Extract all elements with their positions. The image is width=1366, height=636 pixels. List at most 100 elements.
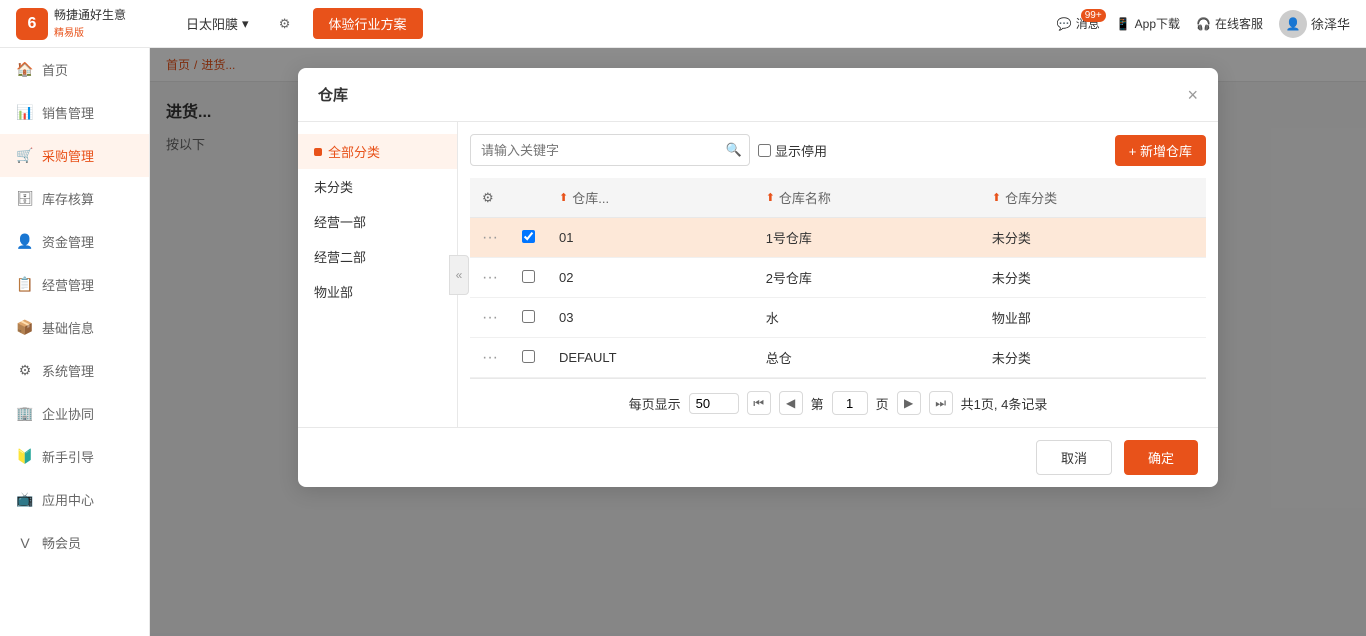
purchase-icon: 🛒	[16, 147, 34, 165]
row-checkbox[interactable]	[522, 310, 535, 323]
search-icon[interactable]: 🔍	[726, 142, 742, 158]
sidebar-item-home[interactable]: 🏠 首页	[0, 48, 149, 91]
pagination-bar: 每页显示 50 10 20 100 ⏮ ◀	[470, 378, 1206, 415]
message-count: 99+	[1081, 9, 1106, 22]
finance-icon: 👤	[16, 233, 34, 251]
row-category: 未分类	[980, 218, 1206, 258]
mobile-icon: 📱	[1116, 17, 1131, 31]
tree-collapse-button[interactable]: «	[449, 255, 469, 295]
sidebar-item-purchase[interactable]: 🛒 采购管理	[0, 134, 149, 177]
table-row[interactable]: ··· 01 1号仓库 未分类	[470, 218, 1206, 258]
row-checkbox[interactable]	[522, 350, 535, 363]
warehouse-table: ⚙ ⬆ 仓库...	[470, 178, 1206, 378]
sidebar-label-sales: 销售管理	[42, 103, 94, 122]
tree-item-dept1[interactable]: 经营一部	[298, 204, 457, 239]
modal-close-button[interactable]: ×	[1187, 86, 1198, 104]
sidebar-label-purchase: 采购管理	[42, 146, 94, 165]
row-category: 未分类	[980, 338, 1206, 378]
last-page-button[interactable]: ⏭	[929, 391, 953, 415]
sidebar-label-home: 首页	[42, 60, 68, 79]
row-more-btn[interactable]: ···	[470, 258, 510, 298]
sidebar-item-finance[interactable]: 👤 资金管理	[0, 220, 149, 263]
th-category-label: 仓库分类	[1005, 188, 1057, 207]
th-category[interactable]: ⬆ 仓库分类	[980, 178, 1206, 218]
page-number-input[interactable]	[832, 391, 868, 415]
modal-body: 全部分类 未分类 经营一部 经营二部 物业部	[298, 122, 1218, 427]
sidebar-item-basic-info[interactable]: 📦 基础信息	[0, 306, 149, 349]
row-name: 总仓	[754, 338, 980, 378]
sidebar-label-vip: 畅会员	[42, 533, 81, 552]
row-checkbox[interactable]	[522, 270, 535, 283]
show-disabled-checkbox-label[interactable]: 显示停用	[758, 141, 827, 160]
system-icon: ⚙	[16, 362, 34, 380]
next-page-button[interactable]: ▶	[897, 391, 921, 415]
row-more-btn[interactable]: ···	[470, 298, 510, 338]
messages-badge[interactable]: 💬 消息 99+	[1057, 15, 1100, 32]
avatar: 👤	[1279, 10, 1307, 38]
row-category: 未分类	[980, 258, 1206, 298]
table-row[interactable]: ··· 02 2号仓库 未分类	[470, 258, 1206, 298]
sidebar-item-operations[interactable]: 📋 经营管理	[0, 263, 149, 306]
tree-item-property[interactable]: 物业部	[298, 274, 457, 309]
online-service-link[interactable]: 🎧 在线客服	[1196, 15, 1263, 32]
trial-button[interactable]: 体验行业方案	[313, 8, 423, 39]
th-checkbox	[510, 178, 547, 218]
store-selector[interactable]: 日太阳膜 ▾	[178, 14, 257, 33]
app-download-link[interactable]: 📱 App下载	[1116, 15, 1180, 32]
operations-icon: 📋	[16, 276, 34, 294]
sidebar-item-appcenter[interactable]: 📺 应用中心	[0, 478, 149, 521]
tree-item-dept2[interactable]: 经营二部	[298, 239, 457, 274]
sidebar-item-system[interactable]: ⚙ 系统管理	[0, 349, 149, 392]
top-header: 6 畅捷通好生意 精易版 日太阳膜 ▾ ⚙ 体验行业方案 💬 消息 99+ 📱 …	[0, 0, 1366, 48]
table-row[interactable]: ··· 03 水 物业部	[470, 298, 1206, 338]
sidebar-item-sales[interactable]: 📊 销售管理	[0, 91, 149, 134]
confirm-button[interactable]: 确定	[1124, 440, 1198, 475]
add-warehouse-button[interactable]: + 新增仓库	[1115, 135, 1206, 166]
tree-item-all[interactable]: 全部分类	[298, 134, 457, 169]
sidebar-item-inventory[interactable]: 🗄 库存核算	[0, 177, 149, 220]
total-info: 共1页, 4条记录	[961, 394, 1048, 413]
enterprise-icon: 🏢	[16, 405, 34, 423]
cancel-button[interactable]: 取消	[1036, 440, 1112, 475]
tree-label-dept1: 经营一部	[314, 212, 366, 231]
row-category: 物业部	[980, 298, 1206, 338]
tree-label-all: 全部分类	[328, 142, 380, 161]
row-checkbox-cell[interactable]	[510, 298, 547, 338]
row-code: 01	[547, 218, 754, 258]
sidebar-label-appcenter: 应用中心	[42, 490, 94, 509]
first-page-button[interactable]: ⏮	[747, 391, 771, 415]
sidebar-item-guide[interactable]: 🔰 新手引导	[0, 435, 149, 478]
row-checkbox-cell[interactable]	[510, 258, 547, 298]
th-code[interactable]: ⬆ 仓库...	[547, 178, 754, 218]
row-name: 1号仓库	[754, 218, 980, 258]
tree-item-unclassified[interactable]: 未分类	[298, 169, 457, 204]
settings-icon[interactable]: ⚙	[269, 8, 301, 40]
headset-icon: 🎧	[1196, 17, 1211, 31]
row-code: 03	[547, 298, 754, 338]
row-checkbox-cell[interactable]	[510, 218, 547, 258]
row-more-btn[interactable]: ···	[470, 338, 510, 378]
th-name[interactable]: ⬆ 仓库名称	[754, 178, 980, 218]
chevron-down-icon: ▾	[242, 16, 249, 32]
row-checkbox[interactable]	[522, 230, 535, 243]
search-input[interactable]	[470, 134, 750, 166]
table-toolbar: 🔍 显示停用 + 新增仓库	[470, 134, 1206, 166]
th-settings[interactable]: ⚙	[470, 178, 510, 218]
row-checkbox-cell[interactable]	[510, 338, 547, 378]
th-name-label: 仓库名称	[779, 188, 831, 207]
row-more-btn[interactable]: ···	[470, 218, 510, 258]
sidebar-label-system: 系统管理	[42, 361, 94, 380]
header-right: 💬 消息 99+ 📱 App下载 🎧 在线客服 👤 徐泽华	[1057, 10, 1350, 38]
user-area[interactable]: 👤 徐泽华	[1279, 10, 1350, 38]
table-row[interactable]: ··· DEFAULT 总仓 未分类	[470, 338, 1206, 378]
sidebar-item-vip[interactable]: V 畅会员	[0, 521, 149, 564]
sidebar-item-enterprise[interactable]: 🏢 企业协同	[0, 392, 149, 435]
page-size-select[interactable]: 50 10 20 100	[689, 393, 739, 414]
logo-area: 6 畅捷通好生意 精易版	[16, 8, 166, 40]
sidebar-label-enterprise: 企业协同	[42, 404, 94, 423]
sort-icon-name: ⬆	[766, 191, 775, 204]
show-disabled-checkbox[interactable]	[758, 144, 771, 157]
prev-page-button[interactable]: ◀	[779, 391, 803, 415]
sort-icon-code: ⬆	[559, 191, 568, 204]
page-label: 页	[876, 394, 889, 413]
